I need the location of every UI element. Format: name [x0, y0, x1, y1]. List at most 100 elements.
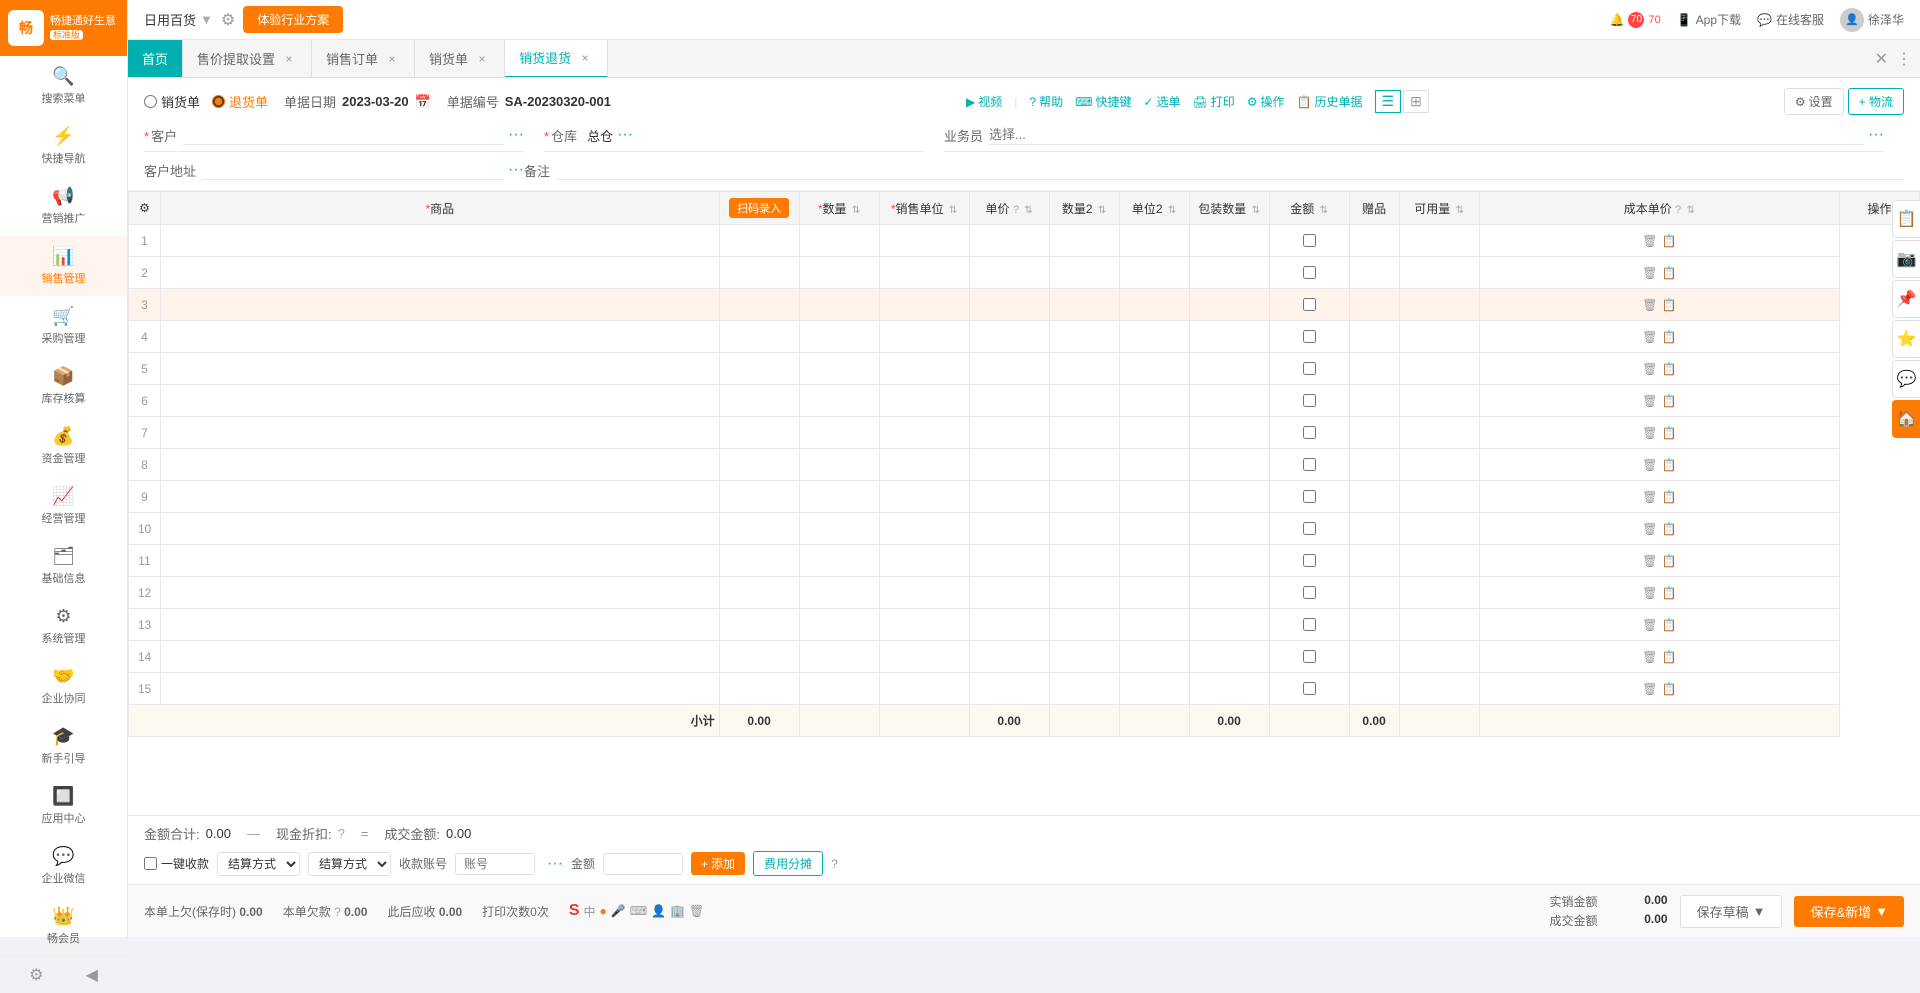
available-cell-11[interactable] — [1349, 545, 1399, 577]
amount-cell-2[interactable] — [1189, 257, 1269, 289]
radio-sales[interactable]: 销货单 — [144, 92, 200, 111]
float-btn-4[interactable]: ⭐ — [1892, 320, 1920, 358]
gift-cell-10[interactable] — [1269, 513, 1349, 545]
table-gear-icon[interactable]: ⚙ — [139, 201, 150, 215]
product-cell-14[interactable] — [161, 641, 720, 673]
sidebar-item-sales[interactable]: 📊 销售管理 — [0, 236, 127, 296]
cost-price-cell-8[interactable] — [1399, 449, 1479, 481]
operation-cell-13[interactable]: 🗑📋 — [1479, 609, 1839, 641]
product-cell-6[interactable] — [161, 385, 720, 417]
pack-qty-cell-5[interactable] — [1119, 353, 1189, 385]
quantity-cell-8[interactable] — [719, 449, 799, 481]
shortcut-action[interactable]: ⌨ 快捷键 — [1075, 93, 1131, 110]
copy-icon-14[interactable]: 📋 — [1661, 650, 1676, 664]
amount-cell-7[interactable] — [1189, 417, 1269, 449]
product-cell-9[interactable] — [161, 481, 720, 513]
trial-button[interactable]: 体验行业方案 — [243, 6, 343, 33]
quantity-cell-10[interactable] — [719, 513, 799, 545]
gift-checkbox-9[interactable] — [1303, 490, 1316, 503]
tab-close-sales-return[interactable]: × — [577, 50, 593, 66]
gift-cell-1[interactable] — [1269, 225, 1349, 257]
gift-checkbox-1[interactable] — [1303, 234, 1316, 247]
product-cell-4[interactable] — [161, 321, 720, 353]
address-input[interactable] — [202, 160, 504, 180]
delete-icon-13[interactable]: 🗑 — [1642, 618, 1657, 632]
sidebar-item-wechat[interactable]: 💬 企业微信 — [0, 836, 127, 896]
gift-cell-3[interactable] — [1269, 289, 1349, 321]
available-cell-8[interactable] — [1349, 449, 1399, 481]
cost-price-cell-10[interactable] — [1399, 513, 1479, 545]
industry-selector[interactable]: 日用百货 ▼ — [144, 10, 213, 29]
available-cell-15[interactable] — [1349, 673, 1399, 705]
settings-icon[interactable]: ⚙ — [29, 965, 43, 985]
amount-cell-4[interactable] — [1189, 321, 1269, 353]
price-sort-icon[interactable]: ⇅ — [1024, 205, 1032, 216]
product-cell-8[interactable] — [161, 449, 720, 481]
avail-sort-icon[interactable]: ⇅ — [1456, 205, 1464, 216]
qty2-cell-5[interactable] — [969, 353, 1049, 385]
unit2-cell-13[interactable] — [1049, 609, 1119, 641]
unit2-cell-6[interactable] — [1049, 385, 1119, 417]
available-cell-3[interactable] — [1349, 289, 1399, 321]
sale-unit-cell-3[interactable] — [799, 289, 879, 321]
delete-icon-10[interactable]: 🗑 — [1642, 522, 1657, 536]
operation-cell-5[interactable]: 🗑📋 — [1479, 353, 1839, 385]
icon3[interactable]: 🎤 — [611, 904, 626, 918]
radio-return[interactable]: 退货单 — [212, 92, 268, 111]
product-cell-15[interactable] — [161, 673, 720, 705]
cost-price-cell-14[interactable] — [1399, 641, 1479, 673]
qty2-cell-10[interactable] — [969, 513, 1049, 545]
amount-cell-15[interactable] — [1189, 673, 1269, 705]
product-cell-13[interactable] — [161, 609, 720, 641]
pack-qty-cell-8[interactable] — [1119, 449, 1189, 481]
amount-sort-icon[interactable]: ⇅ — [1320, 205, 1328, 216]
history-action[interactable]: 📋 历史单据 — [1297, 93, 1363, 110]
qty2-cell-2[interactable] — [969, 257, 1049, 289]
sidebar-item-system[interactable]: ⚙ 系统管理 — [0, 596, 127, 656]
qty-sort-icon[interactable]: ⇅ — [852, 205, 860, 216]
unit2-cell-10[interactable] — [1049, 513, 1119, 545]
sidebar-item-corp[interactable]: 🤝 企业协同 — [0, 656, 127, 716]
qty2-cell-8[interactable] — [969, 449, 1049, 481]
unit2-cell-2[interactable] — [1049, 257, 1119, 289]
pack-qty-cell-13[interactable] — [1119, 609, 1189, 641]
copy-icon-3[interactable]: 📋 — [1661, 298, 1676, 312]
cost-help-icon[interactable]: ? — [1675, 204, 1681, 216]
price-cell-6[interactable] — [879, 385, 969, 417]
amount-input[interactable] — [603, 853, 683, 875]
sidebar-item-search[interactable]: 🔍 搜索菜单 — [0, 56, 127, 116]
cost-price-cell-5[interactable] — [1399, 353, 1479, 385]
price-cell-3[interactable] — [879, 289, 969, 321]
price-cell-12[interactable] — [879, 577, 969, 609]
price-cell-11[interactable] — [879, 545, 969, 577]
tab-sales-return[interactable]: 销货退货 × — [505, 40, 608, 78]
available-cell-2[interactable] — [1349, 257, 1399, 289]
copy-icon-10[interactable]: 📋 — [1661, 522, 1676, 536]
sale-unit-cell-7[interactable] — [799, 417, 879, 449]
sidebar-item-vip[interactable]: 👑 畅会员 — [0, 896, 127, 956]
pack-qty-cell-12[interactable] — [1119, 577, 1189, 609]
copy-icon-8[interactable]: 📋 — [1661, 458, 1676, 472]
operation-cell-15[interactable]: 🗑📋 — [1479, 673, 1839, 705]
cost-price-cell-6[interactable] — [1399, 385, 1479, 417]
product-cell-3[interactable] — [161, 289, 720, 321]
icon2[interactable]: ● — [600, 904, 607, 918]
amount-cell-11[interactable] — [1189, 545, 1269, 577]
float-btn-1[interactable]: 📋 — [1892, 200, 1920, 238]
operation-cell-1[interactable]: 🗑📋 — [1479, 225, 1839, 257]
amount-cell-6[interactable] — [1189, 385, 1269, 417]
delete-icon-1[interactable]: 🗑 — [1642, 234, 1657, 248]
available-cell-10[interactable] — [1349, 513, 1399, 545]
gift-checkbox-11[interactable] — [1303, 554, 1316, 567]
tab-close-sales[interactable]: × — [474, 51, 490, 67]
gift-cell-11[interactable] — [1269, 545, 1349, 577]
pack-qty-cell-15[interactable] — [1119, 673, 1189, 705]
sale-unit-cell-2[interactable] — [799, 257, 879, 289]
tab-close-all-icon[interactable]: ✕ — [1875, 49, 1888, 69]
unit2-cell-11[interactable] — [1049, 545, 1119, 577]
qty2-cell-3[interactable] — [969, 289, 1049, 321]
amount-cell-8[interactable] — [1189, 449, 1269, 481]
pack-qty-cell-3[interactable] — [1119, 289, 1189, 321]
price-cell-8[interactable] — [879, 449, 969, 481]
copy-icon-7[interactable]: 📋 — [1661, 426, 1676, 440]
